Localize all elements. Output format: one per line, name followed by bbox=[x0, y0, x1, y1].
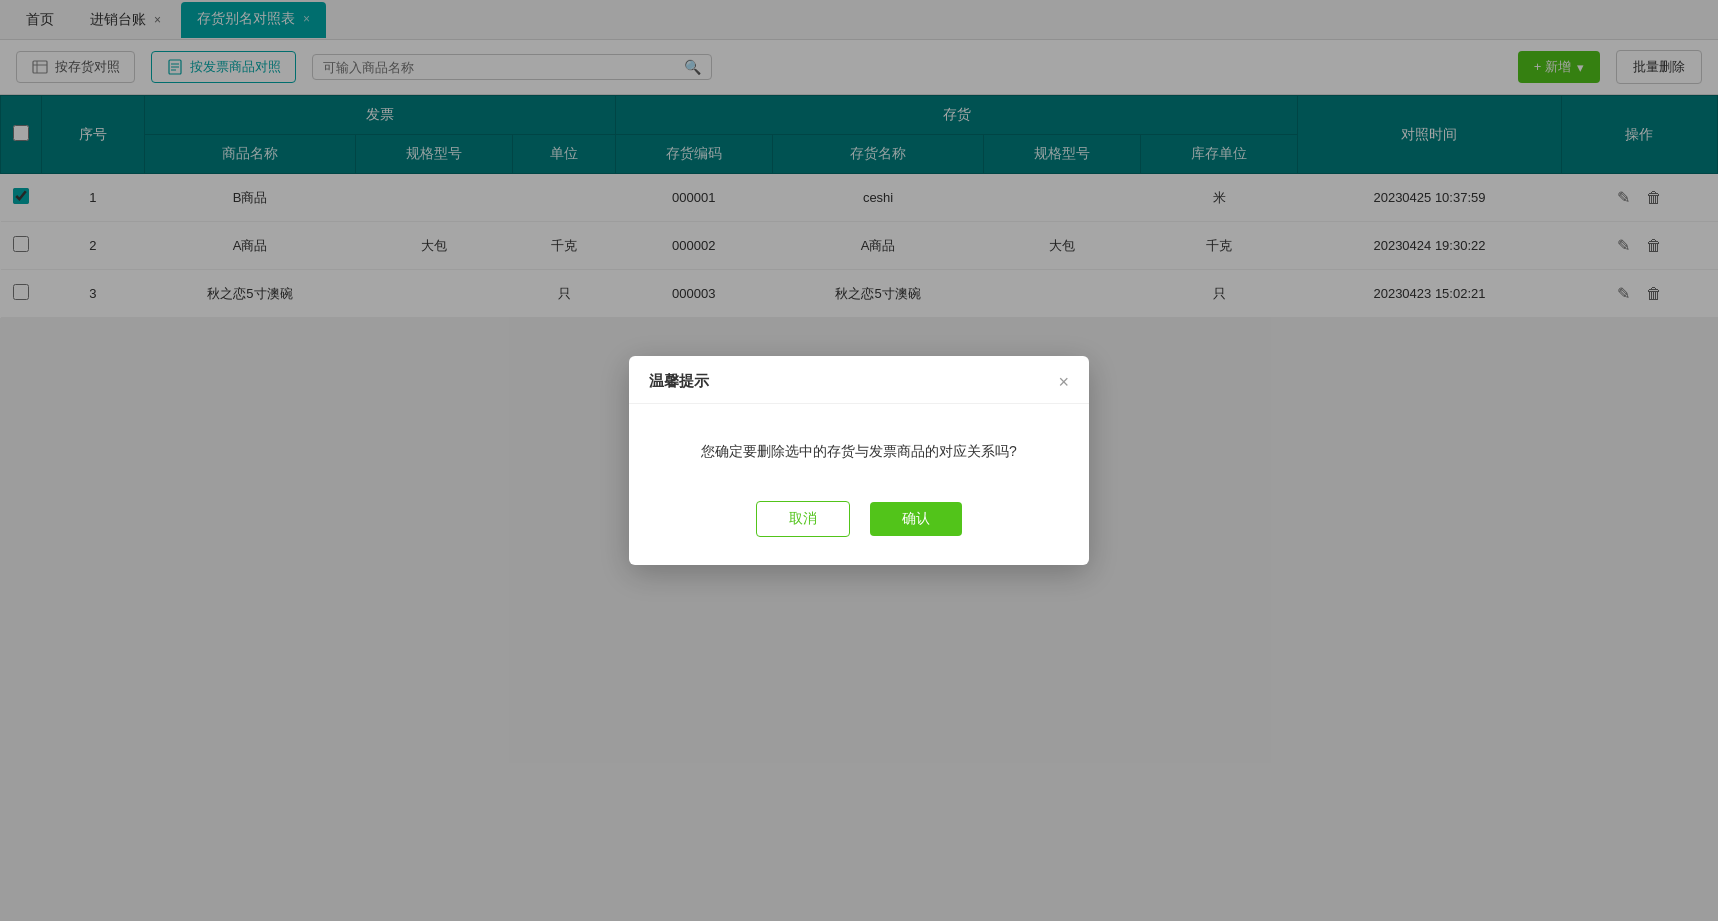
modal-overlay: 温馨提示 × 您确定要删除选中的存货与发票商品的对应关系吗? 取消 确认 bbox=[0, 0, 1718, 318]
